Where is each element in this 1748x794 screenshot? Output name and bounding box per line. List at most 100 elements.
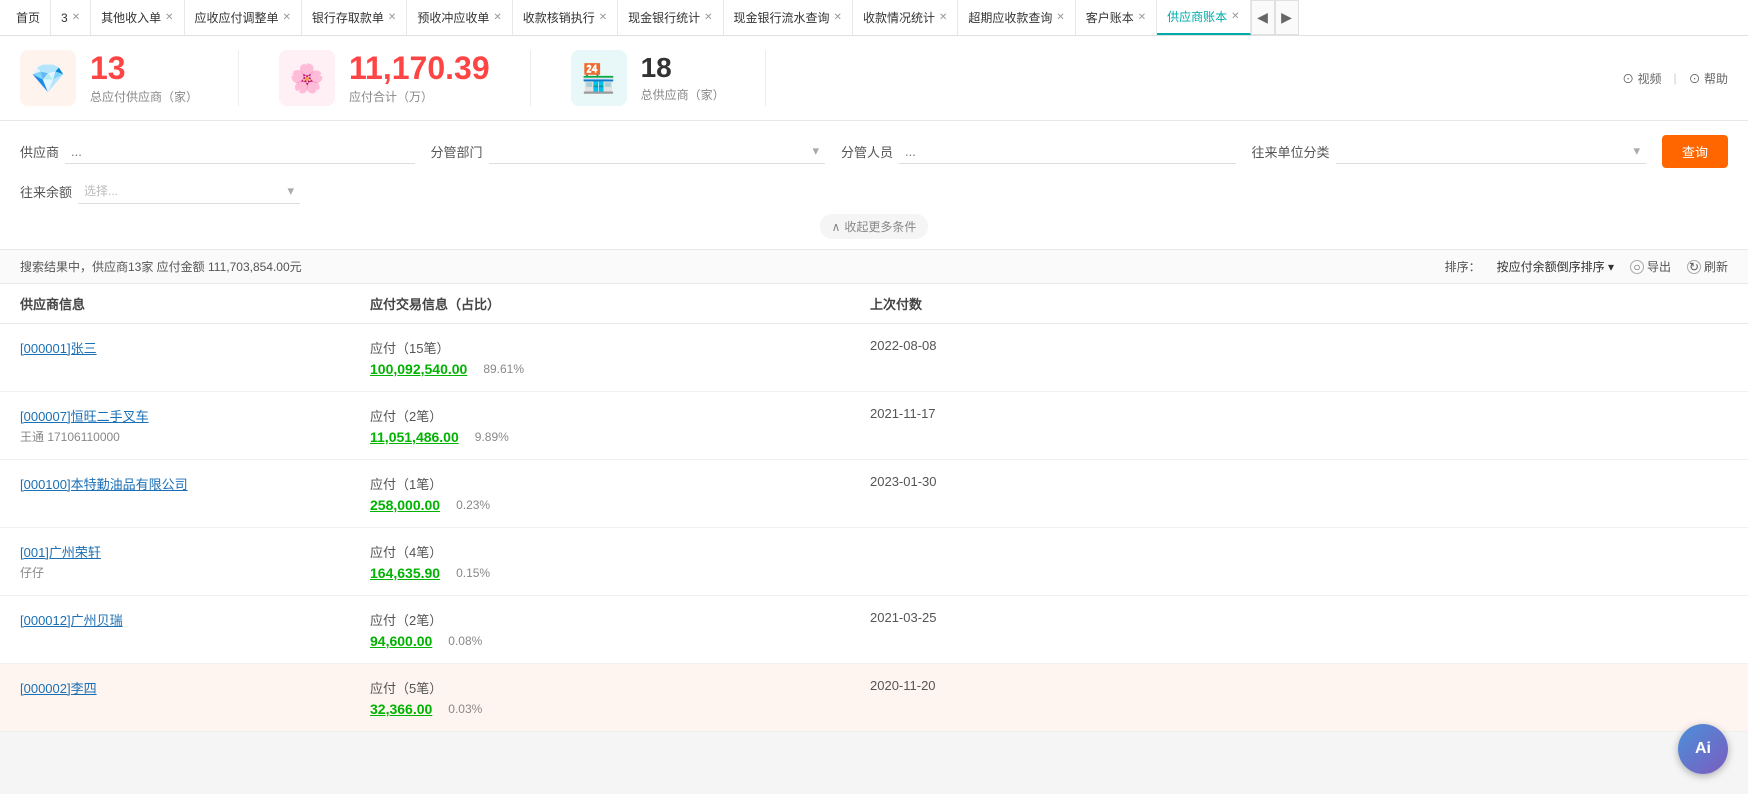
nav-tab-3[interactable]: 3 ✕ [51, 0, 91, 35]
row-supplier-1: [000007]恒旺二手叉车 王通 17106110000 [20, 406, 370, 445]
supplier-sub-3: 仔仔 [20, 564, 370, 581]
sort-label: 排序： [1445, 258, 1481, 275]
nav-next-arrow[interactable]: ▶ [1275, 0, 1299, 35]
header-help-btn[interactable]: ⊙ 帮助 [1689, 70, 1728, 87]
chevron-down-icon-3: ▾ [287, 183, 294, 199]
nav-tab-overdue[interactable]: 超期应收款查询 ✕ [958, 0, 1075, 35]
nav-tab-income[interactable]: 其他收入单 ✕ [91, 0, 184, 35]
tx-amount-2[interactable]: 258,000.00 [370, 497, 440, 513]
stat-label-total-suppliers: 总供应商（家） [641, 86, 725, 103]
export-button[interactable]: ○ 导出 [1630, 258, 1671, 275]
tx-pct-3: 0.15% [456, 566, 490, 580]
row-lastpay-0: 2022-08-08 [870, 338, 1728, 353]
sort-value[interactable]: 按应付余额倒序排序 ▾ [1497, 258, 1614, 275]
collapse-label: 收起更多条件 [844, 218, 916, 235]
tx-pct-2: 0.23% [456, 498, 490, 512]
nav-tab-home[interactable]: 首页 [6, 0, 51, 35]
tx-row-2: 258,000.00 0.23% [370, 497, 870, 513]
tx-row-3: 164,635.90 0.15% [370, 565, 870, 581]
query-button[interactable]: 查询 [1662, 135, 1728, 168]
tx-amount-4[interactable]: 94,600.00 [370, 633, 432, 649]
last-pay-date-5: 2020-11-20 [870, 678, 936, 693]
tx-amount-0[interactable]: 100,092,540.00 [370, 361, 467, 377]
table-row: [000012]广州贝瑞 应付（2笔） 94,600.00 0.08% 2021… [0, 596, 1748, 664]
tx-row-4: 94,600.00 0.08% [370, 633, 870, 649]
tx-amount-5[interactable]: 32,366.00 [370, 701, 432, 717]
nav-tab-income-close[interactable]: ✕ [165, 12, 173, 23]
tx-pct-4: 0.08% [448, 634, 482, 648]
nav-tab-adjustment[interactable]: 应收应付调整单 ✕ [185, 0, 302, 35]
nav-tab-collection[interactable]: 收款核销执行 ✕ [513, 0, 618, 35]
supplier-link-2[interactable]: [000100]本特勤油品有限公司 [20, 474, 370, 493]
tx-label-3: 应付（4笔） [370, 542, 870, 561]
filter-person-input[interactable] [899, 140, 1235, 164]
nav-tab-customer[interactable]: 客户账本 ✕ [1076, 0, 1157, 35]
stat-info-total-suppliers: 18 总供应商（家） [641, 53, 725, 103]
row-supplier-0: [000001]张三 [20, 338, 370, 357]
nav-tab-supplier-close[interactable]: ✕ [1231, 11, 1239, 22]
stat-number-payable-total: 11,170.39 [349, 51, 490, 86]
nav-tab-cash-stat[interactable]: 现金银行统计 ✕ [618, 0, 723, 35]
supplier-link-5[interactable]: [000002]李四 [20, 678, 370, 697]
stat-label-payable-suppliers: 总应付供应商（家） [90, 88, 198, 105]
filter-balance-select[interactable]: 选择... ▾ [78, 178, 300, 204]
chevron-down-icon-sort: ▾ [1608, 260, 1614, 274]
filter-person: 分管人员 [841, 140, 1236, 164]
last-pay-date-4: 2021-03-25 [870, 610, 937, 625]
stat-label-payable-total: 应付合计（万） [349, 88, 490, 105]
filter-supplier-input[interactable] [65, 140, 414, 164]
row-lastpay-5: 2020-11-20 [870, 678, 1728, 693]
tx-pct-5: 0.03% [448, 702, 482, 716]
data-table: 供应商信息 应付交易信息（占比） 上次付数 [000001]张三 应付（15笔）… [0, 284, 1748, 732]
row-supplier-5: [000002]李四 [20, 678, 370, 697]
nav-tab-bank-close[interactable]: ✕ [388, 12, 396, 23]
tx-amount-1[interactable]: 11,051,486.00 [370, 429, 459, 445]
row-lastpay-4: 2021-03-25 [870, 610, 1728, 625]
filter-dept-select[interactable]: ▾ [489, 139, 825, 164]
nav-tab-3-close[interactable]: ✕ [72, 12, 80, 23]
nav-tab-customer-close[interactable]: ✕ [1138, 12, 1146, 23]
right-actions: 排序： 按应付余额倒序排序 ▾ ○ 导出 ↻ 刷新 [1445, 258, 1728, 275]
chevron-down-icon-2: ▾ [1633, 143, 1640, 159]
nav-tab-cash-flow[interactable]: 现金银行流水查询 ✕ [724, 0, 853, 35]
nav-tab-supplier[interactable]: 供应商账本 ✕ [1157, 0, 1250, 35]
stat-info-payable-total: 11,170.39 应付合计（万） [349, 51, 490, 105]
row-transaction-3: 应付（4笔） 164,635.90 0.15% [370, 542, 870, 581]
nav-tab-overdue-close[interactable]: ✕ [1056, 12, 1064, 23]
stat-info-payable-suppliers: 13 总应付供应商（家） [90, 51, 198, 105]
tx-pct-0: 89.61% [483, 362, 524, 376]
stat-number-total-suppliers: 18 [641, 53, 725, 84]
nav-prev-arrow[interactable]: ◀ [1251, 0, 1275, 35]
filter-area: 供应商 分管部门 ▾ 分管人员 往来单位分类 ▾ 查询 往来余额 选择... ▾ [0, 121, 1748, 250]
filter-row-2: 往来余额 选择... ▾ [20, 178, 1728, 204]
supplier-link-4[interactable]: [000012]广州贝瑞 [20, 610, 370, 629]
ai-assistant-badge[interactable]: Ai [1678, 724, 1728, 774]
tx-label-4: 应付（2笔） [370, 610, 870, 629]
nav-tab-bank[interactable]: 银行存取款单 ✕ [302, 0, 407, 35]
nav-tab-collection-close[interactable]: ✕ [599, 12, 607, 23]
supplier-sub-1: 王通 17106110000 [20, 428, 370, 445]
tx-amount-3[interactable]: 164,635.90 [370, 565, 440, 581]
chevron-down-icon: ▾ [812, 143, 819, 159]
nav-tab-collection-stat[interactable]: 收款情况统计 ✕ [853, 0, 958, 35]
filter-category-select[interactable]: ▾ [1336, 139, 1646, 164]
nav-tab-collection-stat-close[interactable]: ✕ [939, 12, 947, 23]
row-transaction-2: 应付（1笔） 258,000.00 0.23% [370, 474, 870, 513]
supplier-link-1[interactable]: [000007]恒旺二手叉车 [20, 406, 370, 425]
nav-tab-cash-stat-close[interactable]: ✕ [704, 12, 712, 23]
supplier-link-0[interactable]: [000001]张三 [20, 338, 370, 357]
header-divider: | [1674, 71, 1677, 85]
supplier-link-3[interactable]: [001]广州荣轩 [20, 542, 370, 561]
last-pay-date-0: 2022-08-08 [870, 338, 937, 353]
nav-tab-advance-close[interactable]: ✕ [493, 12, 501, 23]
row-transaction-5: 应付（5笔） 32,366.00 0.03% [370, 678, 870, 717]
last-pay-date-1: 2021-11-17 [870, 406, 936, 421]
header-video-btn[interactable]: ⊙ 视频 [1622, 70, 1661, 87]
refresh-button[interactable]: ↻ 刷新 [1687, 258, 1728, 275]
collapse-button[interactable]: ∧ 收起更多条件 [820, 214, 929, 239]
nav-tab-cash-flow-close[interactable]: ✕ [834, 12, 842, 23]
nav-tab-advance[interactable]: 预收冲应收单 ✕ [407, 0, 512, 35]
tx-label-2: 应付（1笔） [370, 474, 870, 493]
nav-tab-adjustment-close[interactable]: ✕ [283, 12, 291, 23]
row-transaction-0: 应付（15笔） 100,092,540.00 89.61% [370, 338, 870, 377]
